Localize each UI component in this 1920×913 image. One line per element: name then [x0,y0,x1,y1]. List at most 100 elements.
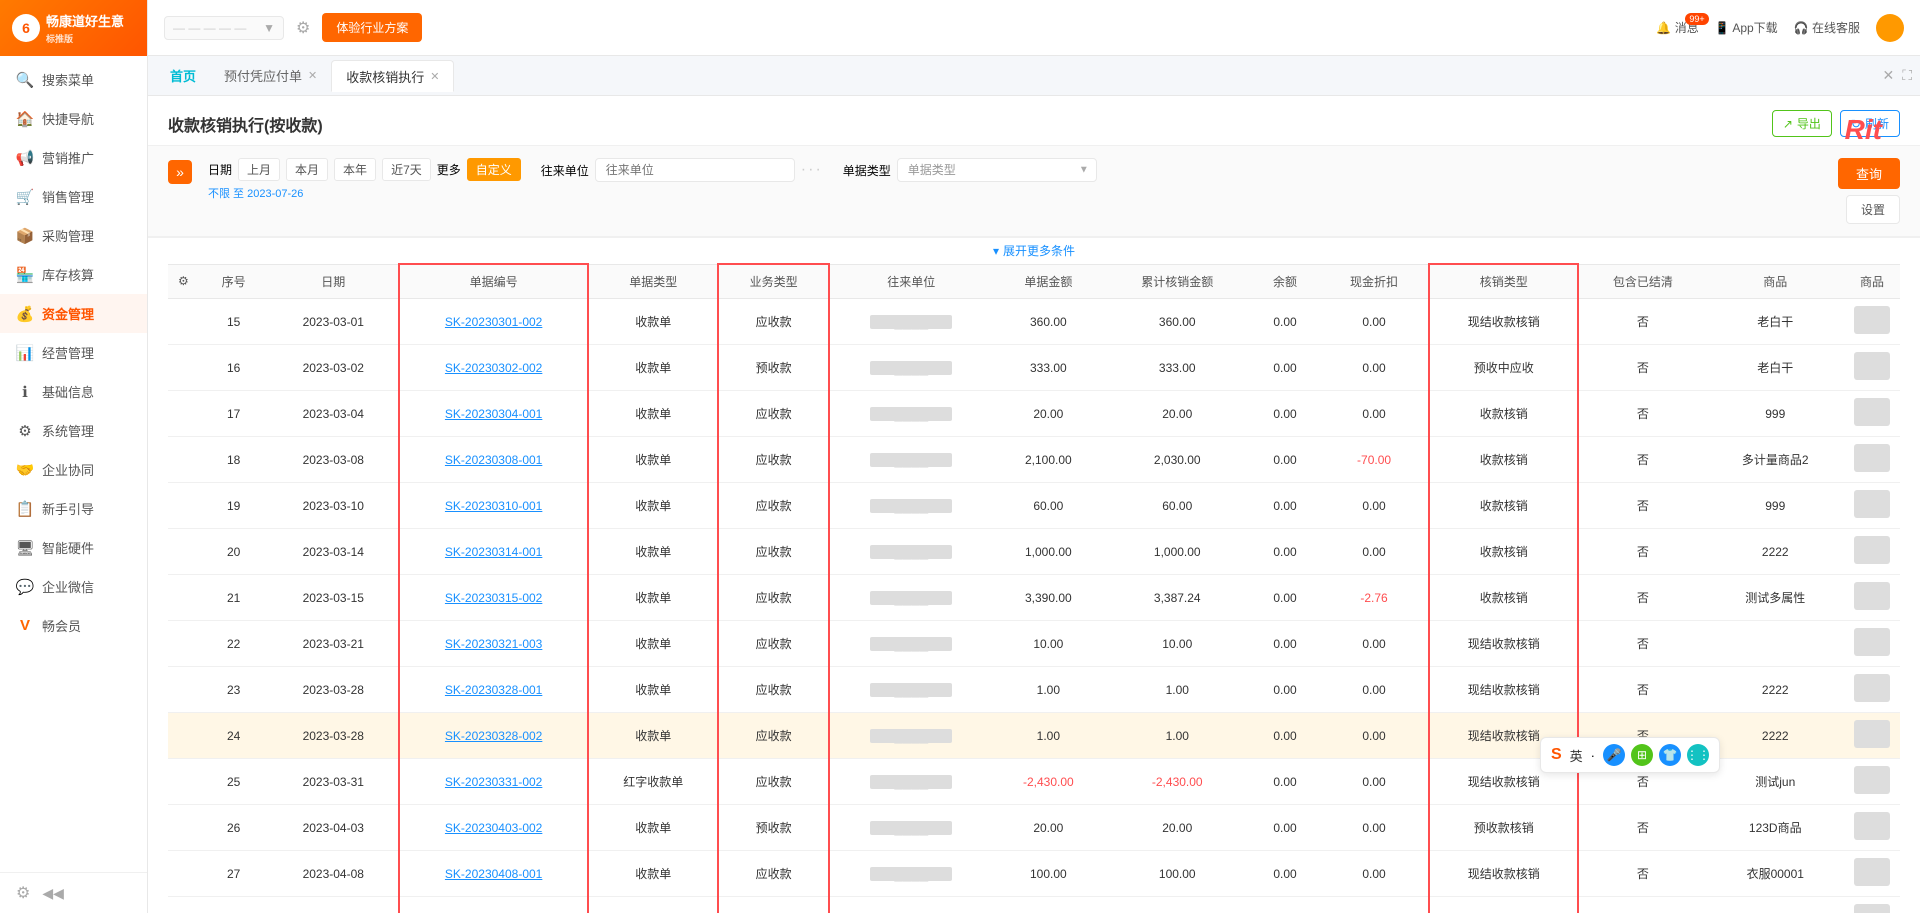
wechat-nav-icon: 💬 [16,578,34,596]
custom-date-button[interactable]: 自定义 [467,158,521,181]
industry-solution-button[interactable]: 体验行业方案 [322,13,422,42]
filter-toggle-button[interactable]: » [168,160,192,184]
sidebar-item-finance[interactable]: 💰 资金管理 [0,294,147,333]
table-row[interactable]: 15 2023-03-01 SK-20230301-002 收款单 应收款 ██… [168,299,1900,345]
table-row[interactable]: 19 2023-03-10 SK-20230310-001 收款单 应收款 ██… [168,483,1900,529]
table-row[interactable]: 27 2023-04-08 SK-20230408-001 收款单 应收款 ██… [168,851,1900,897]
filter-settings-button[interactable]: 设置 [1846,195,1900,224]
table-row[interactable]: 20 2023-03-14 SK-20230314-001 收款单 应收款 ██… [168,529,1900,575]
cell-accum-cancel: 60.00 [1104,483,1250,529]
cell-biz-type: 预收款 [718,345,829,391]
tab-prepay[interactable]: 预付凭应付单 ✕ [210,60,331,92]
order-link[interactable]: SK-20230304-001 [445,407,542,421]
cell-order-no[interactable]: SK-20230328-002 [399,713,588,759]
sidebar-settings-icon[interactable]: ⚙ [16,883,30,903]
order-link[interactable]: SK-20230302-002 [445,361,542,375]
table-row[interactable]: 28 2023-04-18 SK-20230418-001 收款单 应收款 ██… [168,897,1900,913]
order-link[interactable]: SK-20230314-001 [445,545,542,559]
table-row[interactable]: 22 2023-03-21 SK-20230321-003 收款单 应收款 ██… [168,621,1900,667]
expand-more-bar[interactable]: ▾ 展开更多条件 [148,237,1920,263]
sidebar-item-hardware[interactable]: 🖥 智能硬件 [0,528,147,567]
online-service-link[interactable]: 🎧 在线客服 [1794,19,1860,36]
tab-receipt[interactable]: 收款核销执行 ✕ [331,60,454,92]
order-link[interactable]: SK-20230310-001 [445,499,542,513]
table-row[interactable]: 26 2023-04-03 SK-20230403-002 收款单 预收款 ██… [168,805,1900,851]
sidebar-item-basic[interactable]: ℹ 基础信息 [0,372,147,411]
mic-icon[interactable]: 🎤 [1603,744,1625,766]
order-link[interactable]: SK-20230403-002 [445,821,542,835]
sidebar-item-purchase[interactable]: 📦 采购管理 [0,216,147,255]
table-row[interactable]: 16 2023-03-02 SK-20230302-002 收款单 预收款 ██… [168,345,1900,391]
export-button[interactable]: ↗ 导出 [1772,110,1832,137]
message-icon: 🔔 [1656,21,1671,35]
sidebar-item-enterprise[interactable]: 🤝 企业协同 [0,450,147,489]
sidebar-item-system[interactable]: ⚙ 系统管理 [0,411,147,450]
cell-order-no[interactable]: SK-20230328-001 [399,667,588,713]
cell-order-no[interactable]: SK-20230304-001 [399,391,588,437]
table-row[interactable]: 17 2023-03-04 SK-20230304-001 收款单 应收款 ██… [168,391,1900,437]
order-link[interactable]: SK-20230408-001 [445,867,542,881]
table-row[interactable]: 23 2023-03-28 SK-20230328-001 收款单 应收款 ██… [168,667,1900,713]
sidebar-item-member[interactable]: V 畅会员 [0,606,147,645]
partner-search-input[interactable] [595,158,795,182]
partner-more-icon[interactable]: ··· [801,161,823,179]
order-link[interactable]: SK-20230321-003 [445,637,542,651]
order-link[interactable]: SK-20230331-002 [445,775,542,789]
app-download-link[interactable]: 📱 App下载 [1715,19,1778,36]
sidebar-collapse-icon[interactable]: ◀◀ [42,885,64,902]
sidebar-item-search[interactable]: 🔍 搜索菜单 [0,60,147,99]
cell-cancel-type: 预收款核销 [1429,805,1578,851]
user-avatar[interactable] [1876,14,1904,42]
nav-dropdown[interactable]: — — — — — ▼ [164,16,284,40]
query-button[interactable]: 查询 [1838,158,1900,189]
cell-order-no[interactable]: SK-20230321-003 [399,621,588,667]
cell-accum-cancel: 100.00 [1104,897,1250,913]
tab-home[interactable]: 首页 [156,60,210,92]
cell-order-no[interactable]: SK-20230403-002 [399,805,588,851]
order-link[interactable]: SK-20230328-002 [445,729,542,743]
message-button[interactable]: 🔔 消息 99+ [1656,19,1698,36]
cell-order-no[interactable]: SK-20230302-002 [399,345,588,391]
cell-order-no[interactable]: SK-20230314-001 [399,529,588,575]
grid-icon[interactable]: ⊞ [1631,744,1653,766]
order-link[interactable]: SK-20230328-001 [445,683,542,697]
this-month-button[interactable]: 本月 [286,158,328,181]
tab-close-all-icon[interactable]: ✕ [1882,67,1894,84]
order-link[interactable]: SK-20230315-002 [445,591,542,605]
cell-order-no[interactable]: SK-20230301-002 [399,299,588,345]
this-year-button[interactable]: 本年 [334,158,376,181]
wm-logo: S [1551,746,1562,764]
sidebar-item-guide[interactable]: 📋 新手引导 [0,489,147,528]
cell-order-no[interactable]: SK-20230408-001 [399,851,588,897]
sidebar-item-inventory[interactable]: 🏪 库存核算 [0,255,147,294]
apps-icon[interactable]: ⋮⋮ [1687,744,1709,766]
cell-order-no[interactable]: SK-20230315-002 [399,575,588,621]
order-link[interactable]: SK-20230301-002 [445,315,542,329]
cell-bill-amount: 60.00 [992,483,1104,529]
shirt-icon[interactable]: 👕 [1659,744,1681,766]
cell-order-no[interactable]: SK-20230310-001 [399,483,588,529]
sidebar-item-marketing[interactable]: 📢 营销推广 [0,138,147,177]
cell-cancel-type: 收款核销 [1429,575,1578,621]
billtype-select[interactable]: 单据类型 [897,158,1097,182]
last-month-button[interactable]: 上月 [238,158,280,181]
table-row[interactable]: 18 2023-03-08 SK-20230308-001 收款单 应收款 ██… [168,437,1900,483]
order-link[interactable]: SK-20230308-001 [445,453,542,467]
cell-balance: 0.00 [1250,621,1320,667]
table-row[interactable]: 21 2023-03-15 SK-20230315-002 收款单 应收款 ██… [168,575,1900,621]
sidebar-item-quicknav[interactable]: 🏠 快捷导航 [0,99,147,138]
sidebar-item-wechat[interactable]: 💬 企业微信 [0,567,147,606]
tab-receipt-close-icon[interactable]: ✕ [430,70,439,83]
sidebar-item-sales[interactable]: 🛒 销售管理 [0,177,147,216]
cell-order-no[interactable]: SK-20230308-001 [399,437,588,483]
gear-icon[interactable]: ⚙ [296,18,310,38]
tab-prepay-close-icon[interactable]: ✕ [308,69,317,82]
cell-order-no[interactable]: SK-20230331-002 [399,759,588,805]
last7days-button[interactable]: 近7天 [382,158,431,181]
cell-include-settled: 否 [1578,667,1706,713]
date-filter-label: 日期 [208,161,232,178]
th-settings[interactable]: ⚙ [168,264,199,299]
tab-maximize-icon[interactable]: ⛶ [1902,67,1912,84]
cell-order-no[interactable]: SK-20230418-001 [399,897,588,913]
sidebar-item-operations[interactable]: 📊 经营管理 [0,333,147,372]
